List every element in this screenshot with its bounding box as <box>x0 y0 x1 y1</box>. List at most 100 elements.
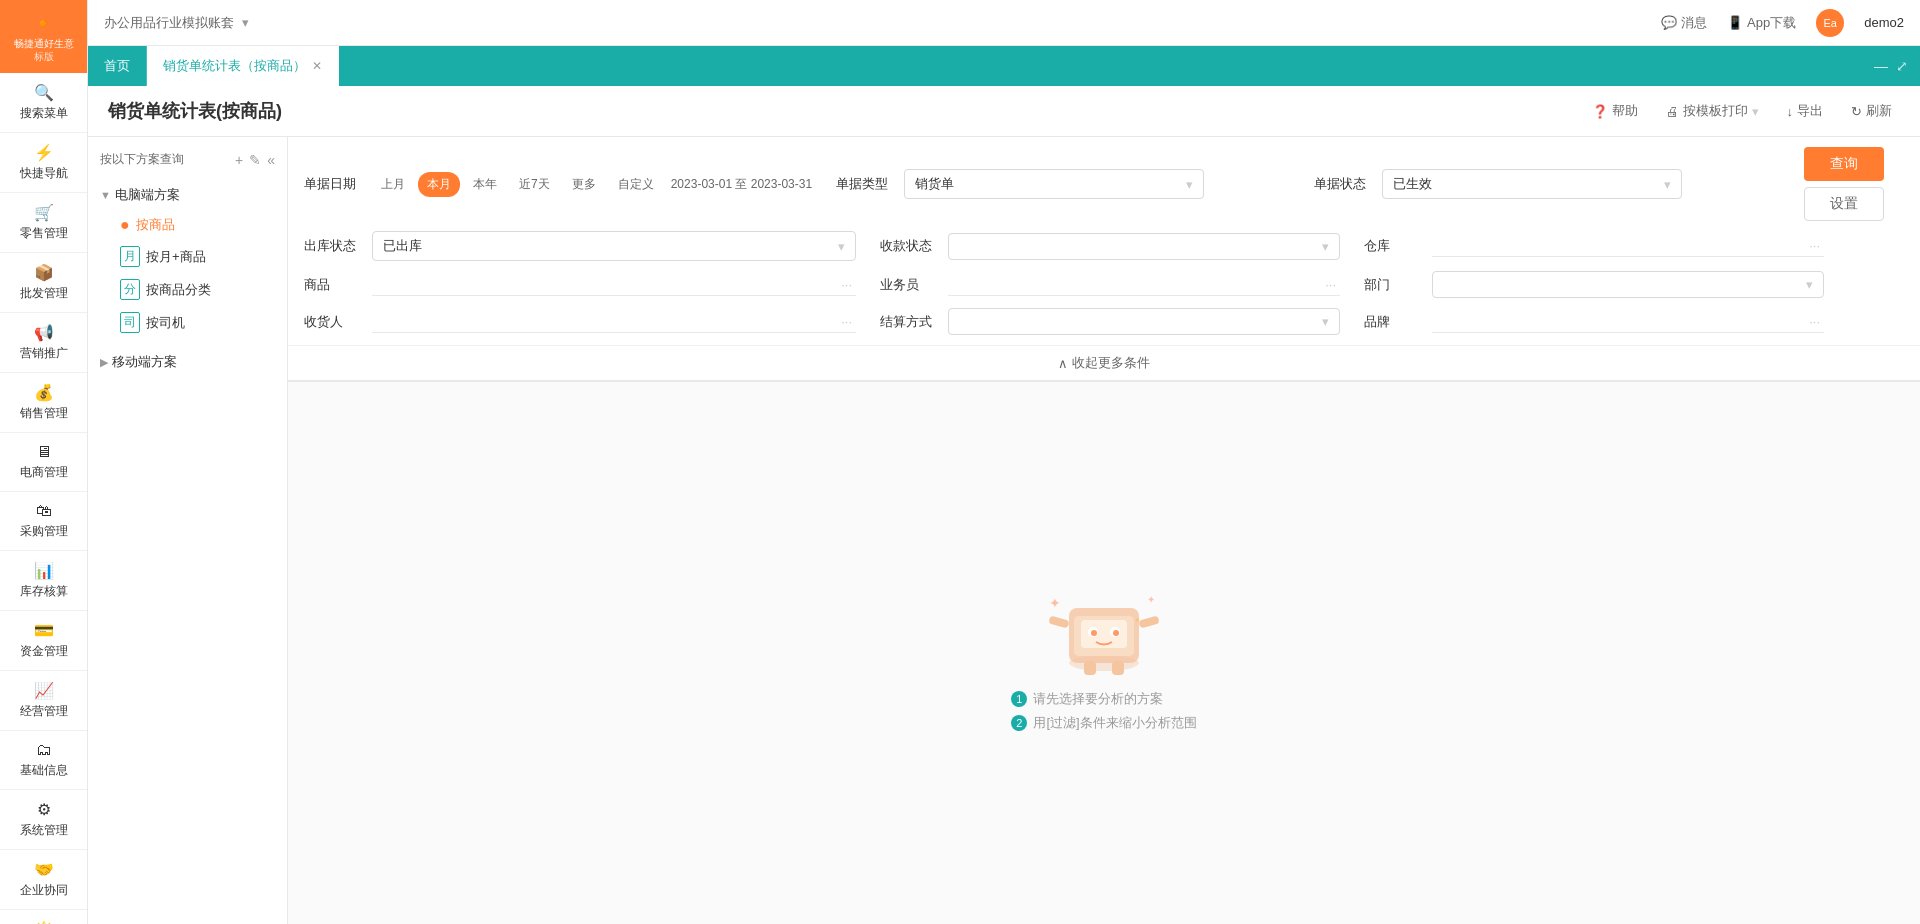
sidebar-item-retail[interactable]: 🛒 零售管理 <box>0 193 87 253</box>
sidebar-item-basic[interactable]: 🗂 基础信息 <box>0 731 87 790</box>
goods-input[interactable]: ··· <box>372 274 856 296</box>
sidebar-item-marketing[interactable]: 📢 营销推广 <box>0 313 87 373</box>
sidebar-item-enterprise[interactable]: 🤝 企业协同 <box>0 850 87 910</box>
filter-warehouse-field: 仓库 ··· <box>1364 235 1904 257</box>
query-button[interactable]: 查询 <box>1804 147 1884 181</box>
sidebar-item-wholesale[interactable]: 📦 批发管理 <box>0 253 87 313</box>
date-btn-more[interactable]: 更多 <box>563 172 605 197</box>
workspace: 按以下方案查询 + ✎ « ▼ 电脑端方案 ● 按商品 <box>88 137 1920 924</box>
refresh-btn[interactable]: ↻ 刷新 <box>1843 98 1900 124</box>
tree-child-by-month-goods[interactable]: 月 按月+商品 <box>88 240 287 273</box>
brand-input[interactable]: ··· <box>1432 311 1824 333</box>
tree-child-by-driver-label: 按司机 <box>146 314 185 332</box>
salesperson-label: 业务员 <box>880 276 940 294</box>
sidebar-item-guide[interactable]: 🌟 新手引导 <box>0 910 87 924</box>
help-btn[interactable]: ❓ 帮助 <box>1584 98 1646 124</box>
filter-row-2: 出库状态 已出库 ▾ 收款状态 ▾ <box>288 221 1920 271</box>
topbar-message-label: 消息 <box>1681 14 1707 32</box>
bill-type-arrow: ▾ <box>1186 177 1193 192</box>
app-logo[interactable]: 🔸 畅捷通好生意 标版 <box>0 0 87 73</box>
tab-report[interactable]: 销货单统计表（按商品） ✕ <box>147 46 339 86</box>
receiver-input[interactable]: ··· <box>372 311 856 333</box>
department-arrow: ▾ <box>1806 277 1813 292</box>
receiver-dots: ··· <box>841 314 852 329</box>
date-btn-7days[interactable]: 近7天 <box>510 172 559 197</box>
salesperson-input[interactable]: ··· <box>948 274 1340 296</box>
filter-receiver-field: 收货人 ··· <box>304 311 856 333</box>
warehouse-label: 仓库 <box>1364 237 1424 255</box>
minimize-icon[interactable]: — <box>1874 58 1888 74</box>
sidebar-item-finance[interactable]: 💳 资金管理 <box>0 611 87 671</box>
add-scheme-icon[interactable]: + <box>235 152 243 168</box>
export-btn[interactable]: ↓ 导出 <box>1779 98 1832 124</box>
message-icon: 💬 <box>1661 15 1677 30</box>
collapse-filter-btn[interactable]: ∧ 收起更多条件 <box>288 345 1920 380</box>
tab-close-icon[interactable]: ✕ <box>312 59 322 73</box>
filter-department-field: 部门 ▾ <box>1364 271 1904 298</box>
sidebar-item-inventory[interactable]: 📊 库存核算 <box>0 551 87 611</box>
sidebar-item-quicknav[interactable]: ⚡ 快捷导航 <box>0 133 87 193</box>
inventory-icon: 📊 <box>4 561 83 580</box>
tree-child-by-category[interactable]: 分 按商品分类 <box>88 273 287 306</box>
sidebar-item-purchase[interactable]: 🛍 采购管理 <box>0 492 87 551</box>
avatar-initials: Ea <box>1824 17 1837 29</box>
sidebar-item-operation[interactable]: 📈 经营管理 <box>0 671 87 731</box>
bill-status-select[interactable]: 已生效 ▾ <box>1382 169 1682 199</box>
sidebar-item-finance-label: 资金管理 <box>4 643 83 660</box>
date-btn-thismonth[interactable]: 本月 <box>418 172 460 197</box>
filter-brand-field: 品牌 ··· <box>1364 311 1904 333</box>
sidebar-item-sales-label: 销售管理 <box>4 405 83 422</box>
edit-scheme-icon[interactable]: ✎ <box>249 152 261 168</box>
tree-child-by-driver[interactable]: 司 按司机 <box>88 306 287 339</box>
department-select[interactable]: ▾ <box>1432 271 1824 298</box>
date-btn-custom[interactable]: 自定义 <box>609 172 663 197</box>
bill-type-label: 单据类型 <box>836 175 896 193</box>
maximize-icon[interactable]: ⤢ <box>1896 58 1908 74</box>
date-label: 单据日期 <box>304 175 364 193</box>
bill-status-value: 已生效 <box>1393 175 1432 193</box>
tree-parent-mobile[interactable]: ▶ 移动端方案 <box>88 347 287 377</box>
tree-child-by-month-goods-label: 按月+商品 <box>146 248 206 266</box>
user-avatar[interactable]: Ea <box>1816 9 1844 37</box>
sidebar-item-purchase-label: 采购管理 <box>4 523 83 540</box>
sidebar-item-sales[interactable]: 💰 销售管理 <box>0 373 87 433</box>
topbar-message-btn[interactable]: 💬 消息 <box>1661 14 1707 32</box>
receiver-label: 收货人 <box>304 313 364 331</box>
date-btn-lastmonth[interactable]: 上月 <box>372 172 414 197</box>
tree-parent-desktop[interactable]: ▼ 电脑端方案 <box>88 180 287 210</box>
filter-settlement-field: 结算方式 ▾ <box>880 308 1340 335</box>
topbar-app-download-btn[interactable]: 📱 App下载 <box>1727 14 1796 32</box>
tab-report-label: 销货单统计表（按商品） <box>163 57 306 75</box>
warehouse-dots: ··· <box>1809 238 1820 253</box>
out-status-select[interactable]: 已出库 ▾ <box>372 231 856 261</box>
sidebar-item-enterprise-label: 企业协同 <box>4 882 83 899</box>
sidebar-item-search[interactable]: 🔍 搜索菜单 <box>0 73 87 133</box>
print-btn[interactable]: 🖨 按模板打印 ▾ <box>1658 98 1767 124</box>
settlement-select[interactable]: ▾ <box>948 308 1340 335</box>
bill-type-select[interactable]: 销货单 ▾ <box>904 169 1204 199</box>
filter-row-1: 单据日期 上月 本月 本年 近7天 更多 自定义 2023-03-01 至 20… <box>288 137 1920 221</box>
page-title-row: 销货单统计表(按商品) ❓ 帮助 🖨 按模板打印 ▾ ↓ 导出 <box>108 98 1900 124</box>
tree-child-by-goods[interactable]: ● 按商品 <box>88 210 287 240</box>
sidebar-item-marketing-label: 营销推广 <box>4 345 83 362</box>
settings-button[interactable]: 设置 <box>1804 187 1884 221</box>
topbar-dropdown-arrow[interactable]: ▾ <box>242 15 249 30</box>
warehouse-input[interactable]: ··· <box>1432 235 1824 257</box>
tab-home[interactable]: 首页 <box>88 46 147 86</box>
sidebar-item-retail-label: 零售管理 <box>4 225 83 242</box>
app-subtitle: 标版 <box>8 50 79 63</box>
svg-rect-8 <box>1048 616 1069 629</box>
department-label: 部门 <box>1364 276 1424 294</box>
date-btn-thisyear[interactable]: 本年 <box>464 172 506 197</box>
sidebar-item-system[interactable]: ⚙ 系统管理 <box>0 790 87 850</box>
collapse-panel-icon[interactable]: « <box>267 152 275 168</box>
sidebar-item-ecommerce[interactable]: 🖥 电商管理 <box>0 433 87 492</box>
bill-status-arrow: ▾ <box>1664 177 1671 192</box>
scheme-month-icon: 月 <box>120 246 140 267</box>
filter-row-3: 商品 ··· 业务员 ··· 部门 <box>288 271 1920 308</box>
empty-state: ✦ ✦ ✦ 1 请先选择要分析的方案 2 用[过滤]条件来缩小分析范围 <box>971 528 1236 778</box>
payment-status-arrow: ▾ <box>1322 239 1329 254</box>
wholesale-icon: 📦 <box>4 263 83 282</box>
payment-status-select[interactable]: ▾ <box>948 233 1340 260</box>
bill-status-label: 单据状态 <box>1314 175 1374 193</box>
